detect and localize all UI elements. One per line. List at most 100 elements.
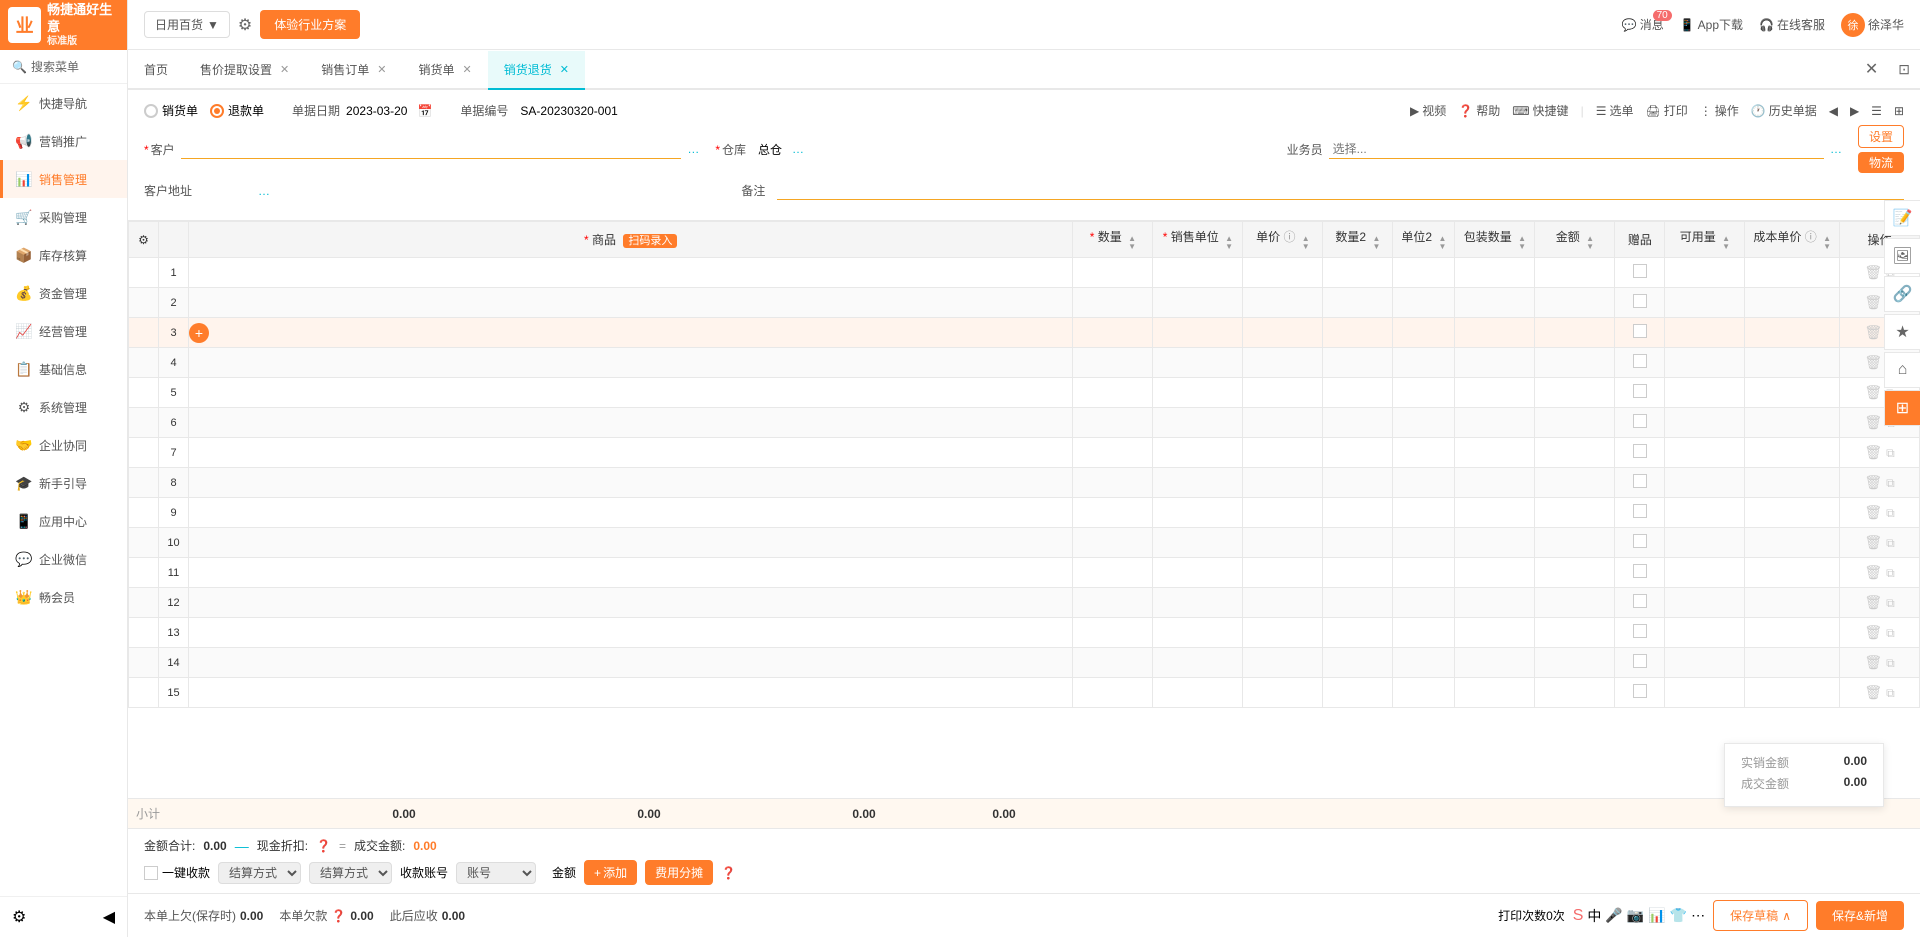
avail-cell-12[interactable]	[1665, 588, 1745, 618]
qty-cell-1[interactable]	[1073, 258, 1153, 288]
im-icon-4[interactable]: 📷	[1627, 907, 1644, 924]
history-btn[interactable]: 🕐 历史单据	[1751, 102, 1817, 119]
side-btn-photo[interactable]: 🖼	[1884, 238, 1920, 274]
cost-cell-13[interactable]	[1745, 618, 1840, 648]
avail-cell-9[interactable]	[1665, 498, 1745, 528]
uprice-cell-13[interactable]	[1243, 618, 1323, 648]
uprice-cell-9[interactable]	[1243, 498, 1323, 528]
uprice-cell-6[interactable]	[1243, 408, 1323, 438]
amount-cell-14[interactable]	[1535, 648, 1615, 678]
qty-cell-4[interactable]	[1073, 348, 1153, 378]
save-draft-btn[interactable]: 保存草稿 ∧	[1713, 900, 1808, 931]
im-icon-2[interactable]: 中	[1587, 906, 1601, 926]
cost-cell-6[interactable]	[1745, 408, 1840, 438]
app-download-btn[interactable]: 📱 App下载	[1680, 16, 1743, 33]
gift-cell-6[interactable]	[1615, 408, 1665, 438]
avail-cell-11[interactable]	[1665, 558, 1745, 588]
copy-btn-13[interactable]: ⧉	[1886, 626, 1895, 640]
avail-cell-10[interactable]	[1665, 528, 1745, 558]
cost-cell-14[interactable]	[1745, 648, 1840, 678]
unit2-cell-10[interactable]	[1393, 528, 1455, 558]
qty2-cell-1[interactable]	[1323, 258, 1393, 288]
qty-cell-15[interactable]	[1073, 678, 1153, 708]
qty-cell-2[interactable]	[1073, 288, 1153, 318]
sidebar-item-sales-mgmt[interactable]: 📊 销售管理	[0, 160, 127, 198]
unit-cell-3[interactable]	[1153, 318, 1243, 348]
amount-cell-2[interactable]	[1535, 288, 1615, 318]
unit2-cell-1[interactable]	[1393, 258, 1455, 288]
cost-cell-4[interactable]	[1745, 348, 1840, 378]
uprice-cell-5[interactable]	[1243, 378, 1323, 408]
copy-btn-8[interactable]: ⧉	[1886, 476, 1895, 490]
gift-checkbox-7[interactable]	[1633, 444, 1647, 458]
uprice-cell-14[interactable]	[1243, 648, 1323, 678]
th-unit-price[interactable]: 单价 ⓘ ▲▼	[1243, 222, 1323, 258]
tab-price-setting-close[interactable]: ✕	[280, 63, 289, 76]
question-icon[interactable]: ❓	[316, 839, 331, 853]
unit2-cell-13[interactable]	[1393, 618, 1455, 648]
amount-cell-7[interactable]	[1535, 438, 1615, 468]
save-new-btn[interactable]: 保存&新增	[1816, 901, 1904, 930]
gift-checkbox-8[interactable]	[1633, 474, 1647, 488]
industry-select[interactable]: 日用百货 ▼	[144, 11, 230, 38]
th-product[interactable]: * 商品 扫码录入	[189, 222, 1073, 258]
uprice-cell-3[interactable]	[1243, 318, 1323, 348]
nav-next[interactable]: ▶	[1850, 104, 1859, 118]
search-menu[interactable]: 🔍 搜索菜单	[0, 50, 127, 84]
gift-cell-14[interactable]	[1615, 648, 1665, 678]
amount-cell-13[interactable]	[1535, 618, 1615, 648]
customer-dots[interactable]: …	[687, 142, 699, 156]
tab-sales-return[interactable]: 销货退货 ✕	[488, 51, 585, 90]
tab-sales-delivery-close[interactable]: ✕	[463, 63, 472, 76]
th-settings[interactable]: ⚙	[129, 222, 159, 258]
unit2-cell-15[interactable]	[1393, 678, 1455, 708]
uprice-cell-2[interactable]	[1243, 288, 1323, 318]
unit2-cell-2[interactable]	[1393, 288, 1455, 318]
calculation-method-select[interactable]: 结算方式	[309, 862, 392, 884]
cost-cell-7[interactable]	[1745, 438, 1840, 468]
unit2-cell-6[interactable]	[1393, 408, 1455, 438]
delete-btn-6[interactable]: 🗑	[1864, 414, 1882, 430]
cost-cell-8[interactable]	[1745, 468, 1840, 498]
tab-sales-return-close[interactable]: ✕	[560, 63, 569, 76]
th-cost-price[interactable]: 成本单价 ⓘ ▲▼	[1745, 222, 1840, 258]
gear-icon[interactable]: ⚙	[238, 15, 252, 35]
unit-cell-1[interactable]	[1153, 258, 1243, 288]
sidebar-item-changhui[interactable]: 👑 畅会员	[0, 578, 127, 616]
product-cell-9[interactable]	[189, 498, 1073, 528]
delete-btn-2[interactable]: 🗑	[1864, 294, 1882, 310]
unit2-cell-8[interactable]	[1393, 468, 1455, 498]
cost-cell-15[interactable]	[1745, 678, 1840, 708]
copy-btn-11[interactable]: ⧉	[1886, 566, 1895, 580]
delete-btn-12[interactable]: 🗑	[1864, 594, 1882, 610]
radio-return[interactable]: 退款单	[210, 102, 264, 119]
user-info[interactable]: 徐 徐泽华	[1841, 13, 1904, 37]
gift-cell-3[interactable]	[1615, 318, 1665, 348]
staff-dots[interactable]: …	[1830, 142, 1842, 156]
product-input-3[interactable]	[213, 326, 1072, 340]
cost-cell-5[interactable]	[1745, 378, 1840, 408]
copy-btn-14[interactable]: ⧉	[1886, 656, 1895, 670]
avail-cell-7[interactable]	[1665, 438, 1745, 468]
sidebar-item-app-center[interactable]: 📱 应用中心	[0, 502, 127, 540]
unit-cell-11[interactable]	[1153, 558, 1243, 588]
amount-cell-9[interactable]	[1535, 498, 1615, 528]
qty-cell-11[interactable]	[1073, 558, 1153, 588]
staff-input[interactable]	[1329, 140, 1824, 159]
cost-cell-12[interactable]	[1745, 588, 1840, 618]
unit2-cell-9[interactable]	[1393, 498, 1455, 528]
product-cell-15[interactable]	[189, 678, 1073, 708]
tab-home[interactable]: 首页	[128, 51, 184, 90]
sidebar-item-finance-mgmt[interactable]: 💰 资金管理	[0, 274, 127, 312]
uprice-cell-1[interactable]	[1243, 258, 1323, 288]
product-cell-6[interactable]	[189, 408, 1073, 438]
gift-cell-9[interactable]	[1615, 498, 1665, 528]
pkgqty-cell-15[interactable]	[1455, 678, 1535, 708]
delete-btn-11[interactable]: 🗑	[1864, 564, 1882, 580]
pkgqty-cell-9[interactable]	[1455, 498, 1535, 528]
avail-cell-1[interactable]	[1665, 258, 1745, 288]
qty2-cell-2[interactable]	[1323, 288, 1393, 318]
qty-cell-5[interactable]	[1073, 378, 1153, 408]
unit-cell-13[interactable]	[1153, 618, 1243, 648]
qty2-cell-4[interactable]	[1323, 348, 1393, 378]
